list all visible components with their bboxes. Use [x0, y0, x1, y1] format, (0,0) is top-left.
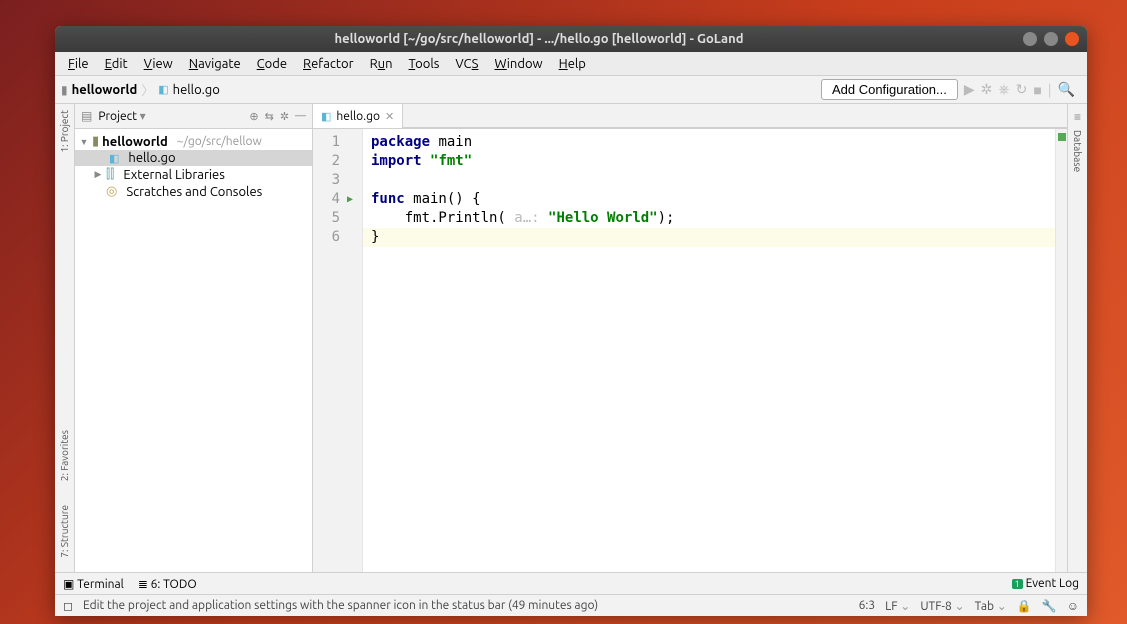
app-window: helloworld [~/go/src/helloworld] - .../h…: [55, 26, 1087, 616]
breadcrumb-file[interactable]: hello.go: [173, 83, 220, 97]
menu-run[interactable]: Run: [363, 55, 400, 73]
editor-tab-hello[interactable]: ◧ hello.go ✕: [313, 104, 403, 128]
spanner-icon[interactable]: 🔧: [1042, 599, 1057, 613]
left-tool-rail: 1: Project 2: Favorites 7: Structure: [55, 104, 75, 572]
database-icon: ≡: [1074, 110, 1081, 124]
profile-icon[interactable]: ↻: [1016, 81, 1028, 98]
file-encoding[interactable]: UTF-8 ⌄: [920, 599, 964, 613]
tool-tab-terminal[interactable]: ▣ Terminal: [63, 577, 124, 591]
lock-icon[interactable]: 🔒: [1017, 599, 1032, 613]
line-ending[interactable]: LF ⌄: [885, 599, 910, 613]
line-gutter[interactable]: 1 2 3 ▶4 5 6: [313, 129, 363, 572]
hide-icon[interactable]: —: [295, 110, 306, 122]
status-bar: ◻ Edit the project and application setti…: [55, 594, 1087, 616]
tool-tab-todo[interactable]: ≣ 6: TODO: [138, 577, 197, 591]
tool-tab-database[interactable]: Database: [1072, 124, 1083, 178]
status-tip: Edit the project and application setting…: [83, 599, 598, 612]
minimize-button[interactable]: [1023, 32, 1037, 46]
code-editor[interactable]: package main import "fmt" func main() { …: [363, 129, 1055, 572]
menu-navigate[interactable]: Navigate: [182, 55, 248, 73]
tree-scratches[interactable]: ◎ Scratches and Consoles: [75, 183, 312, 200]
folder-icon: ▮: [61, 83, 68, 97]
go-file-icon: ◧: [321, 110, 331, 123]
window-controls: [1023, 32, 1087, 46]
menu-file[interactable]: File: [61, 55, 96, 73]
run-toolbar: ▶ ✲ ⎈ ↻ ■ | 🔍: [958, 81, 1081, 98]
tool-tab-favorites[interactable]: 2: Favorites: [59, 424, 70, 487]
breadcrumb-project[interactable]: helloworld: [72, 83, 138, 97]
stop-icon[interactable]: ■: [1033, 82, 1041, 98]
debug-icon[interactable]: ✲: [981, 81, 993, 98]
tool-tab-structure[interactable]: 7: Structure: [59, 499, 70, 564]
menu-help[interactable]: Help: [552, 55, 593, 73]
indent-setting[interactable]: Tab ⌄: [975, 599, 1007, 613]
cursor-position[interactable]: 6:3: [859, 599, 876, 612]
editor-tab-label: hello.go: [336, 110, 380, 123]
menu-code[interactable]: Code: [250, 55, 294, 73]
hector-icon[interactable]: ☺: [1067, 599, 1079, 613]
close-tab-icon[interactable]: ✕: [385, 110, 394, 123]
menu-vcs[interactable]: VCS: [448, 55, 485, 73]
analysis-strip[interactable]: [1055, 129, 1067, 572]
go-file-icon: ◧: [158, 83, 168, 96]
right-tool-rail: ≡ Database: [1067, 104, 1087, 572]
run-gutter-icon[interactable]: ▶: [347, 190, 353, 209]
menu-bar: File Edit View Navigate Code Refactor Ru…: [55, 52, 1087, 76]
project-panel-header: ▤ Project ▾ ⊕ ⇆ ✲ —: [75, 104, 312, 129]
add-configuration-button[interactable]: Add Configuration...: [821, 79, 958, 100]
menu-view[interactable]: View: [137, 55, 180, 73]
project-tree: ▼▮ helloworld ~/go/src/hellow ◧ hello.go…: [75, 129, 312, 204]
close-button[interactable]: [1065, 32, 1079, 46]
tool-tab-project[interactable]: 1: Project: [59, 104, 70, 159]
project-tool-window: ▤ Project ▾ ⊕ ⇆ ✲ — ▼▮ helloworld ~/go/s…: [75, 104, 313, 572]
nav-bar: ▮ helloworld 〉 ◧ hello.go Add Configurat…: [55, 76, 1087, 104]
window-title: helloworld [~/go/src/helloworld] - .../h…: [55, 32, 1023, 46]
project-panel-title: Project: [98, 110, 137, 123]
breadcrumb-separator: 〉: [141, 80, 154, 99]
locate-icon[interactable]: ⊕: [249, 110, 258, 123]
event-log-button[interactable]: 1Event Log: [1012, 577, 1079, 590]
tree-file-hello[interactable]: ◧ hello.go: [75, 150, 312, 166]
menu-window[interactable]: Window: [487, 55, 549, 73]
current-line-highlight: }: [363, 228, 1055, 247]
tree-external-libraries[interactable]: ▶⫿⫿ External Libraries: [75, 166, 312, 183]
search-everywhere-icon[interactable]: 🔍: [1058, 81, 1075, 98]
menu-tools[interactable]: Tools: [402, 55, 447, 73]
menu-refactor[interactable]: Refactor: [296, 55, 361, 73]
main-area: 1: Project 2: Favorites 7: Structure ▤ P…: [55, 104, 1087, 572]
settings-icon[interactable]: ✲: [280, 110, 289, 123]
bottom-tool-bar: ▣ Terminal ≣ 6: TODO 1Event Log: [55, 572, 1087, 594]
tool-windows-icon[interactable]: ◻: [63, 599, 73, 613]
editor-body: 1 2 3 ▶4 5 6 package main import "fmt" f…: [313, 129, 1067, 572]
collapse-icon[interactable]: ⇆: [265, 110, 274, 123]
breadcrumb: ▮ helloworld 〉 ◧ hello.go: [61, 80, 220, 99]
editor-area: ◧ hello.go ✕ 1 2 3 ▶4 5 6 package main i…: [313, 104, 1067, 572]
maximize-button[interactable]: [1044, 32, 1058, 46]
menu-edit[interactable]: Edit: [98, 55, 135, 73]
tree-root[interactable]: ▼▮ helloworld ~/go/src/hellow: [75, 133, 312, 150]
editor-tabs: ◧ hello.go ✕: [313, 104, 1067, 129]
run-icon[interactable]: ▶: [964, 81, 975, 98]
title-bar[interactable]: helloworld [~/go/src/helloworld] - .../h…: [55, 26, 1087, 52]
coverage-icon[interactable]: ⎈: [998, 81, 1009, 98]
analysis-ok-icon: [1058, 133, 1066, 141]
